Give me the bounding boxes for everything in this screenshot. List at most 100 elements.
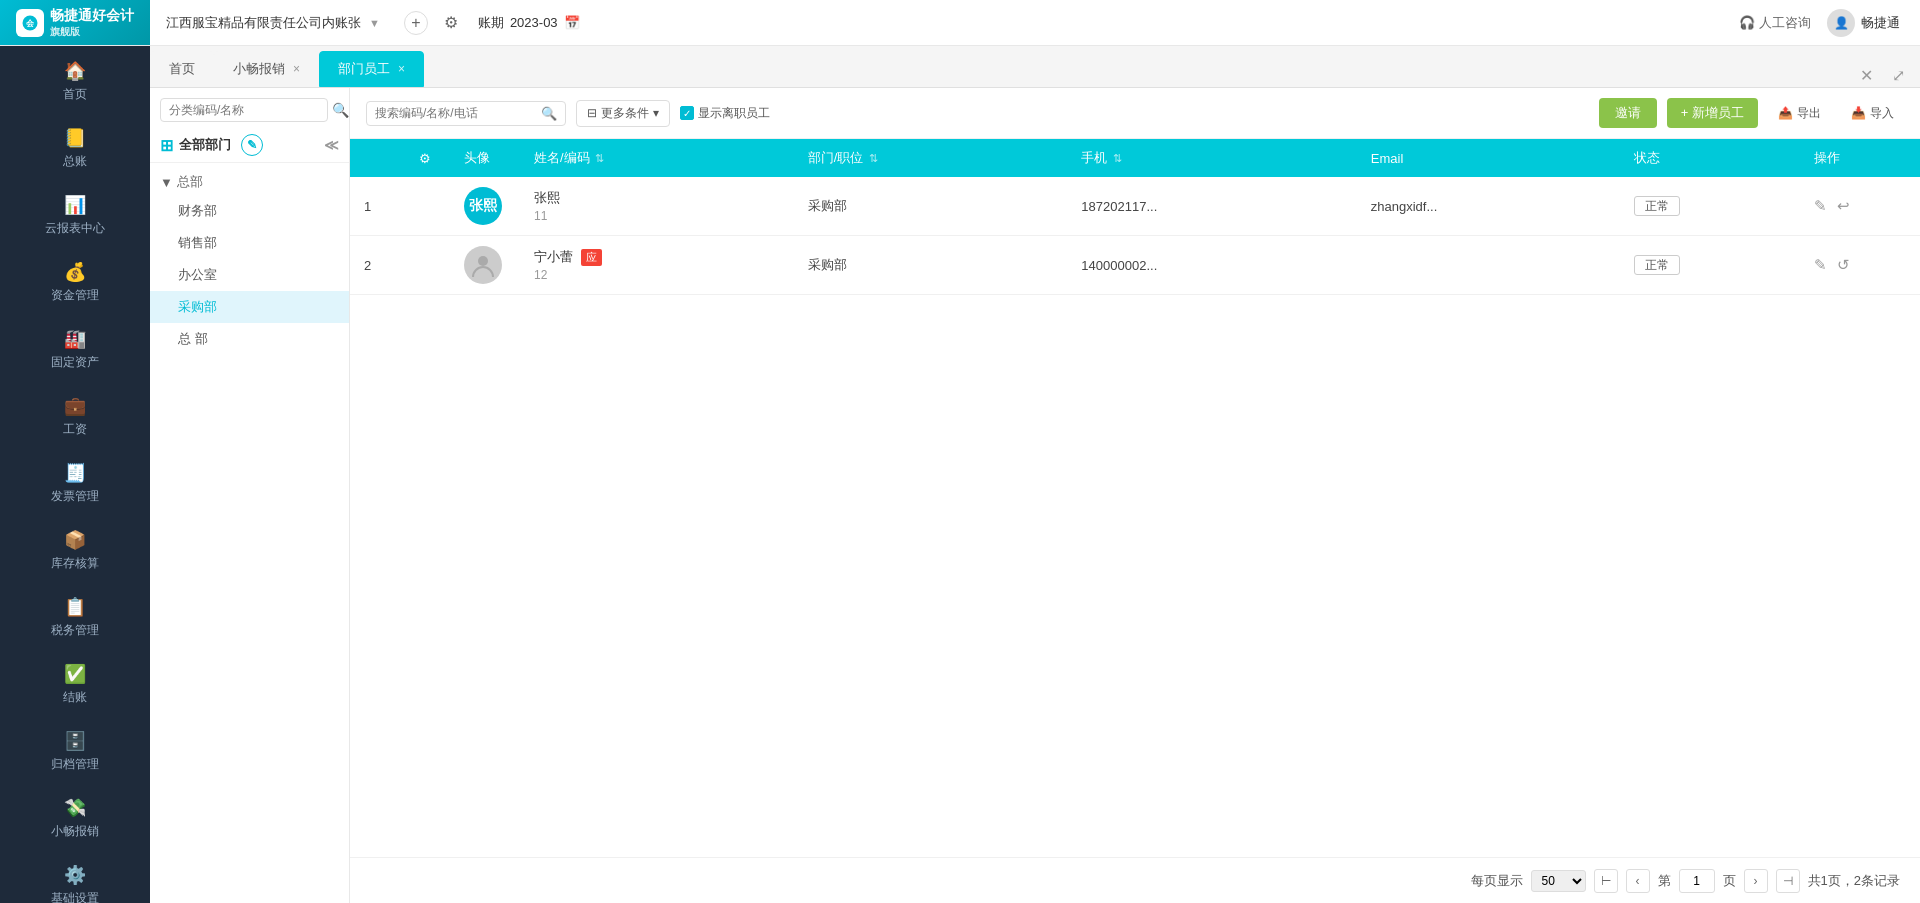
row-email [1357, 236, 1620, 295]
sidebar-item-ledger[interactable]: 📒 总账 [0, 113, 150, 180]
employee-name: 张熙 [534, 189, 780, 207]
sidebar-item-funds[interactable]: 💰 资金管理 [0, 247, 150, 314]
sidebar-item-inventory[interactable]: 📦 库存核算 [0, 515, 150, 582]
row-action: ✎ ↩ [1800, 177, 1920, 236]
sidebar-item-salary[interactable]: 💼 工资 [0, 381, 150, 448]
tab-close-all-button[interactable]: ✕ [1854, 63, 1878, 87]
prev-page-button[interactable]: ‹ [1626, 869, 1650, 893]
headset-icon: 🎧 [1739, 15, 1755, 30]
dept-tree: ▼ 总部 财务部 销售部 办公室 采购部 [150, 163, 349, 903]
sidebar: 🏠 首页 📒 总账 📊 云报表中心 💰 资金管理 🏭 固定资产 💼 工资 🧾 发… [0, 46, 150, 903]
sidebar-item-basic[interactable]: ⚙️ 基础设置 [0, 850, 150, 903]
tab-dept-employee[interactable]: 部门员工 × [319, 51, 424, 87]
ledger-icon: 📒 [64, 127, 86, 149]
inventory-icon: 📦 [64, 529, 86, 551]
dept-node-general[interactable]: 总 部 [150, 323, 349, 355]
row-no: 1 [350, 177, 400, 236]
dept-node-sales[interactable]: 销售部 [150, 227, 349, 259]
dept-search-input[interactable] [160, 98, 328, 122]
tab-expand-button[interactable]: ⤢ [1886, 63, 1910, 87]
tab-expense-close[interactable]: × [293, 62, 300, 76]
dept-node-finance[interactable]: 财务部 [150, 195, 349, 227]
dept-node-root[interactable]: ▼ 总部 [150, 167, 349, 195]
logo: 会 畅捷通好会计 旗舰版 [0, 0, 150, 45]
row-no: 2 [350, 236, 400, 295]
last-page-button[interactable]: ⊣ [1776, 869, 1800, 893]
sidebar-item-xiaochang[interactable]: 💸 小畅报销 [0, 783, 150, 850]
tab-dept-employee-close[interactable]: × [398, 62, 405, 76]
employee-search-box[interactable]: 🔍 [366, 101, 566, 126]
sidebar-item-archive[interactable]: 🗄️ 归档管理 [0, 716, 150, 783]
employee-panel: 🔍 ⊟ 更多条件 ▾ ✓ 显示离职员工 邀请 + 新增员工 [350, 88, 1920, 903]
per-page-select[interactable]: 50 10 20 100 [1531, 870, 1586, 892]
employee-code: 12 [534, 268, 602, 282]
dept-edit-button[interactable]: ✎ [241, 134, 263, 156]
edit-icon[interactable]: ✎ [1814, 256, 1827, 274]
col-name-code[interactable]: 姓名/编码 ⇅ [520, 139, 794, 177]
next-page-button[interactable]: › [1744, 869, 1768, 893]
period-selector[interactable]: 账期 2023-03 📅 [478, 14, 580, 32]
page-input[interactable] [1679, 869, 1715, 893]
sidebar-item-tax[interactable]: 📋 税务管理 [0, 582, 150, 649]
first-page-button[interactable]: ⊢ [1594, 869, 1618, 893]
sidebar-item-label: 发票管理 [51, 488, 99, 505]
row-status: 正常 [1620, 177, 1800, 236]
sidebar-item-label: 工资 [63, 421, 87, 438]
settings-icon[interactable]: ⚙ [444, 13, 458, 32]
sidebar-item-label: 归档管理 [51, 756, 99, 773]
page-prefix: 第 [1658, 872, 1671, 890]
tab-home[interactable]: 首页 [150, 51, 214, 87]
row-settings [400, 236, 450, 295]
sidebar-item-label: 云报表中心 [45, 220, 105, 237]
salary-icon: 💼 [64, 395, 86, 417]
filter-icon: ⊟ [587, 106, 597, 120]
col-mobile[interactable]: 手机 ⇅ [1067, 139, 1356, 177]
grid-icon: ⊞ [160, 136, 173, 155]
service-button[interactable]: 🎧 人工咨询 [1739, 14, 1811, 32]
col-email: Email [1357, 139, 1620, 177]
sidebar-item-label: 库存核算 [51, 555, 99, 572]
user-name: 畅捷通 [1861, 14, 1900, 32]
sidebar-item-checkout[interactable]: ✅ 结账 [0, 649, 150, 716]
funds-icon: 💰 [64, 261, 86, 283]
edit-icon[interactable]: ✎ [1814, 197, 1827, 215]
import-icon: 📥 [1851, 106, 1866, 120]
show-resigned-checkbox[interactable]: ✓ [680, 106, 694, 120]
dept-search-icon[interactable]: 🔍 [332, 102, 349, 118]
col-settings[interactable]: ⚙ [400, 139, 450, 177]
invoice-icon: 🧾 [64, 462, 86, 484]
dept-node-purchase[interactable]: 采购部 [150, 291, 349, 323]
row-avatar-cell [450, 236, 520, 295]
logout-icon[interactable]: ↩ [1837, 197, 1850, 215]
tax-icon: 📋 [64, 596, 86, 618]
show-resigned-toggle[interactable]: ✓ 显示离职员工 [680, 105, 770, 122]
export-button[interactable]: 📤 导出 [1768, 101, 1831, 126]
add-employee-button[interactable]: + 新增员工 [1667, 98, 1758, 128]
import-button[interactable]: 📥 导入 [1841, 101, 1904, 126]
status-badge: 正常 [1634, 196, 1680, 216]
search-icon: 🔍 [541, 106, 557, 121]
dept-collapse-button[interactable]: ≪ [324, 137, 339, 153]
home-icon: 🏠 [64, 60, 86, 82]
sidebar-item-invoice[interactable]: 🧾 发票管理 [0, 448, 150, 515]
sidebar-item-assets[interactable]: 🏭 固定资产 [0, 314, 150, 381]
row-mobile: 140000002... [1067, 236, 1356, 295]
status-badge: 正常 [1634, 255, 1680, 275]
row-email: zhangxidf... [1357, 177, 1620, 236]
service-label: 人工咨询 [1759, 14, 1811, 32]
refresh-icon[interactable]: ↺ [1837, 256, 1850, 274]
invite-button[interactable]: 邀请 [1599, 98, 1657, 128]
user-menu[interactable]: 👤 畅捷通 [1827, 9, 1900, 37]
per-page-label: 每页显示 [1471, 872, 1523, 890]
svg-point-2 [478, 256, 488, 266]
company-selector[interactable]: 江西服宝精品有限责任公司内账张 ▼ [150, 14, 396, 32]
more-filter-button[interactable]: ⊟ 更多条件 ▾ [576, 100, 670, 127]
add-tab-button[interactable]: + [404, 11, 428, 35]
col-dept-position[interactable]: 部门/职位 ⇅ [794, 139, 1068, 177]
sidebar-item-reports[interactable]: 📊 云报表中心 [0, 180, 150, 247]
dept-node-office[interactable]: 办公室 [150, 259, 349, 291]
employee-search-input[interactable] [375, 106, 537, 120]
calendar-icon: 📅 [564, 15, 580, 30]
tab-expense[interactable]: 小畅报销 × [214, 51, 319, 87]
sidebar-item-home[interactable]: 🏠 首页 [0, 46, 150, 113]
